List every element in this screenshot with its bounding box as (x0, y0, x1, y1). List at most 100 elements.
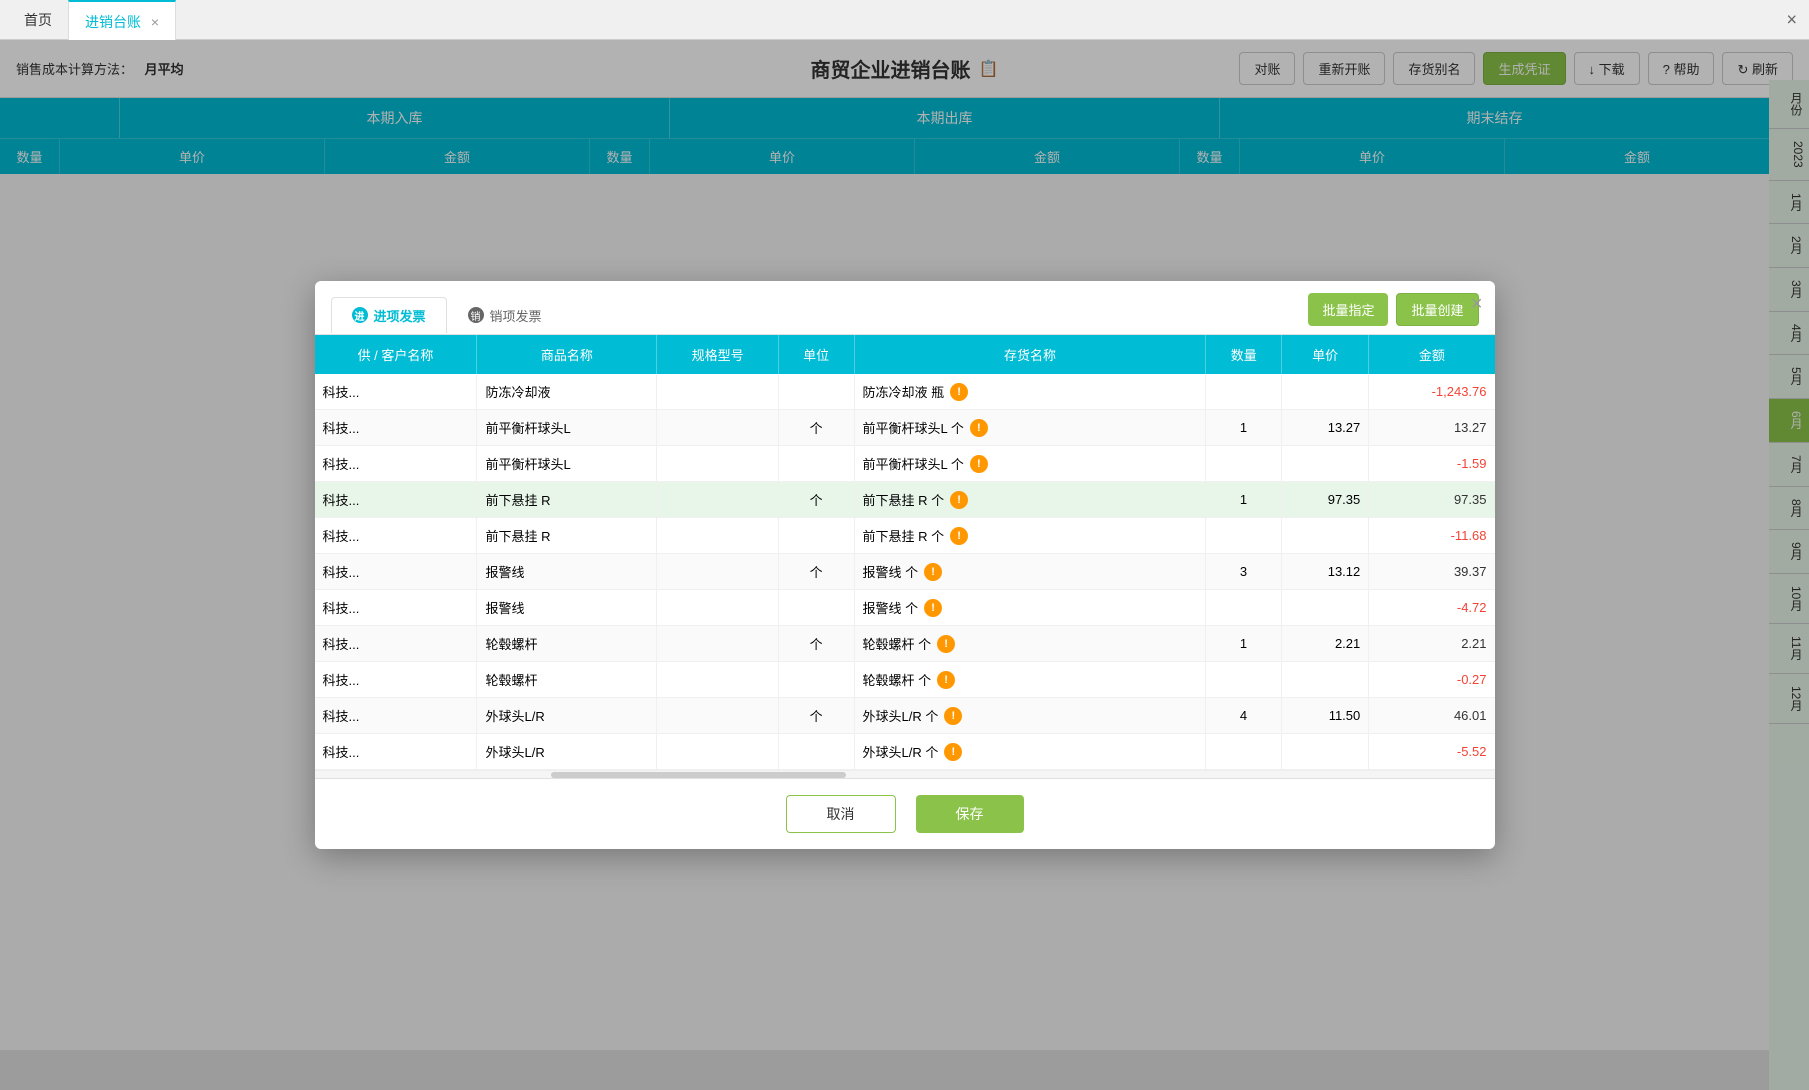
window-close-button[interactable]: × (1786, 9, 1797, 30)
cell-qty: 1 (1206, 482, 1282, 518)
cell-spec (657, 590, 778, 626)
cell-unit (778, 662, 854, 698)
cell-qty: 1 (1206, 626, 1282, 662)
main-content: 销售成本计算方法： 月平均 商贸企业进销台账 📋 对账 重新开账 存货别名 生成… (0, 40, 1809, 1050)
cell-supplier: 科技... (315, 626, 477, 662)
cell-qty: 3 (1206, 554, 1282, 590)
cell-inventory: 前平衡杆球头L 个 ! (855, 446, 1206, 481)
warning-icon[interactable]: ! (950, 491, 968, 509)
invoice-out-icon: 销 (468, 307, 484, 323)
warning-icon[interactable]: ! (937, 635, 955, 653)
col-product-name: 商品名称 (477, 335, 657, 374)
warning-icon[interactable]: ! (924, 599, 942, 617)
cell-unit: 个 (778, 410, 854, 446)
modal-overlay: × 进 进项发票 销 销项发票 批量指定 批量创建 (0, 40, 1809, 1090)
cell-product-name: 外球头L/R (477, 734, 657, 770)
cell-supplier: 科技... (315, 518, 477, 554)
cell-amount: 13.27 (1369, 410, 1495, 446)
cell-amount: -1,243.76 (1369, 374, 1495, 410)
cell-unit: 个 (778, 698, 854, 734)
warning-icon[interactable]: ! (944, 707, 962, 725)
cell-qty (1206, 590, 1282, 626)
table-row: 科技... 报警线 报警线 个 ! -4.72 (315, 590, 1495, 626)
modal-footer: 取消 保存 (315, 778, 1495, 849)
cell-unit-price: 2.21 (1282, 626, 1369, 662)
warning-icon[interactable]: ! (924, 563, 942, 581)
cell-product-name: 前平衡杆球头L (477, 410, 657, 446)
warning-icon[interactable]: ! (970, 419, 988, 437)
cell-spec (657, 554, 778, 590)
cell-spec (657, 662, 778, 698)
cell-unit-price: 13.12 (1282, 554, 1369, 590)
cell-amount: -11.68 (1369, 518, 1495, 554)
table-row: 科技... 防冻冷却液 防冻冷却液 瓶 ! -1,243.76 (315, 374, 1495, 410)
table-row: 科技... 轮毂螺杆 个 轮毂螺杆 个 ! 1 2.21 2.21 (315, 626, 1495, 662)
cell-unit-price: 13.27 (1282, 410, 1369, 446)
tab-invoice-in[interactable]: 进 进项发票 (331, 297, 447, 333)
cell-inventory: 前下悬挂 R 个 ! (855, 518, 1206, 553)
cell-product-name: 轮毂螺杆 (477, 662, 657, 698)
warning-icon[interactable]: ! (970, 455, 988, 473)
col-amount: 金额 (1369, 335, 1495, 374)
cell-inventory: 前下悬挂 R 个 ! (855, 482, 1206, 517)
cell-product-name: 报警线 (477, 590, 657, 626)
warning-icon[interactable]: ! (944, 743, 962, 761)
cell-qty (1206, 662, 1282, 698)
tab-home[interactable]: 首页 (8, 0, 68, 40)
modal-table-wrap: 供 / 客户名称 商品名称 规格型号 单位 存货名称 数量 单价 金额 科技..… (315, 335, 1495, 770)
cell-product-name: 报警线 (477, 554, 657, 590)
col-qty: 数量 (1206, 335, 1282, 374)
cell-inventory: 前平衡杆球头L 个 ! (855, 410, 1206, 445)
cell-unit (778, 518, 854, 554)
invoice-in-icon: 进 (352, 307, 368, 323)
table-row: 科技... 外球头L/R 外球头L/R 个 ! -5.52 (315, 734, 1495, 770)
cell-inventory: 轮毂螺杆 个 ! (855, 662, 1206, 697)
cell-supplier: 科技... (315, 734, 477, 770)
cell-supplier: 科技... (315, 698, 477, 734)
modal-table: 供 / 客户名称 商品名称 规格型号 单位 存货名称 数量 单价 金额 科技..… (315, 335, 1495, 770)
cell-product-name: 前平衡杆球头L (477, 446, 657, 482)
modal-close-button[interactable]: × (1471, 293, 1483, 316)
cancel-button[interactable]: 取消 (786, 795, 896, 833)
warning-icon[interactable]: ! (937, 671, 955, 689)
horizontal-scrollbar[interactable] (315, 770, 1495, 778)
tab-invoice-out[interactable]: 销 销项发票 (447, 297, 563, 333)
modal-header: 进 进项发票 销 销项发票 批量指定 批量创建 (315, 281, 1495, 335)
cell-unit (778, 734, 854, 770)
batch-create-button[interactable]: 批量创建 (1396, 293, 1478, 326)
cell-inventory: 外球头L/R 个 ! (855, 734, 1206, 769)
cell-unit-price: 97.35 (1282, 482, 1369, 518)
save-button[interactable]: 保存 (916, 795, 1024, 833)
cell-inventory: 外球头L/R 个 ! (855, 698, 1206, 733)
cell-amount: 2.21 (1369, 626, 1495, 662)
cell-supplier: 科技... (315, 662, 477, 698)
tab-bar: 首页 进销台账 × × (0, 0, 1809, 40)
cell-unit (778, 374, 854, 410)
cell-qty (1206, 734, 1282, 770)
cell-unit-price: 11.50 (1282, 698, 1369, 734)
cell-amount: -0.27 (1369, 662, 1495, 698)
cell-unit (778, 446, 854, 482)
cell-spec (657, 374, 778, 410)
cell-spec (657, 626, 778, 662)
cell-unit-price (1282, 734, 1369, 770)
cell-unit-price (1282, 662, 1369, 698)
tab-ledger[interactable]: 进销台账 × (68, 0, 176, 40)
cell-spec (657, 698, 778, 734)
cell-product-name: 前下悬挂 R (477, 518, 657, 554)
modal-table-body: 科技... 防冻冷却液 防冻冷却液 瓶 ! -1,243.76 科技... 前平… (315, 374, 1495, 770)
batch-assign-button[interactable]: 批量指定 (1308, 293, 1388, 326)
tab-close-icon[interactable]: × (151, 14, 159, 30)
cell-unit-price (1282, 590, 1369, 626)
warning-icon[interactable]: ! (950, 383, 968, 401)
warning-icon[interactable]: ! (950, 527, 968, 545)
cell-supplier: 科技... (315, 374, 477, 410)
cell-qty (1206, 518, 1282, 554)
cell-product-name: 外球头L/R (477, 698, 657, 734)
cell-amount: 46.01 (1369, 698, 1495, 734)
modal-dialog: × 进 进项发票 销 销项发票 批量指定 批量创建 (315, 281, 1495, 849)
cell-unit-price (1282, 518, 1369, 554)
cell-qty (1206, 374, 1282, 410)
modal-header-actions: 批量指定 批量创建 (1308, 293, 1478, 334)
cell-spec (657, 518, 778, 554)
